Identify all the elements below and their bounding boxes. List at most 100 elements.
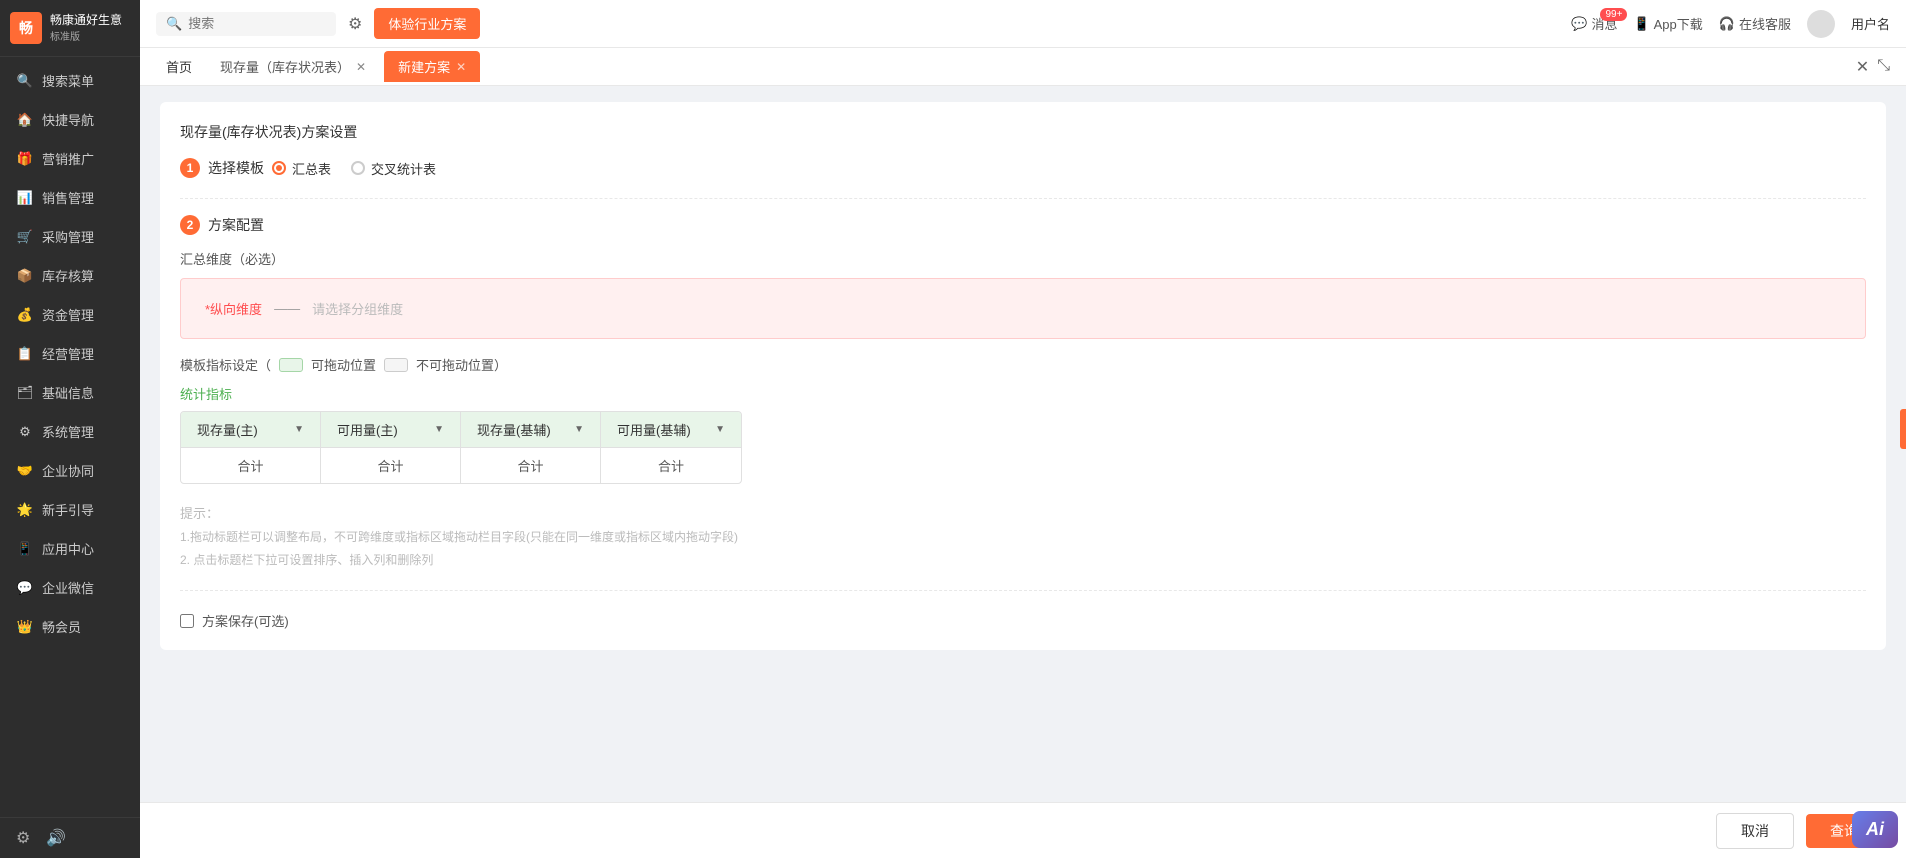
online-service-button[interactable]: 🎧 在线客服 xyxy=(1719,14,1791,33)
app-download-button[interactable]: 📱 App下载 xyxy=(1633,14,1702,33)
step1-section: 1 选择模板 汇总表 交叉统计表 xyxy=(180,158,1866,178)
step1-title: 选择模板 xyxy=(208,158,264,178)
tab-new-plan-close[interactable]: ✕ xyxy=(456,60,466,74)
header-cell-0[interactable]: 现存量(主) ▼ xyxy=(181,412,321,447)
settings-icon[interactable]: ⚙ xyxy=(16,828,30,848)
app-download-label: App下载 xyxy=(1654,14,1703,33)
tab-home[interactable]: 首页 xyxy=(156,51,202,82)
sidebar-item-label: 营销推广 xyxy=(42,149,94,168)
basic-icon: 🗂 xyxy=(16,384,34,402)
sidebar-item-apps[interactable]: 📱 应用中心 xyxy=(0,529,140,568)
dimension-required-area[interactable]: *纵向维度 —— 请选择分组维度 xyxy=(180,278,1866,339)
draggable-dot xyxy=(279,358,303,372)
main-area: 🔍 ⚙ 体验行业方案 💬 消息 99+ 📱 App下载 🎧 在线客服 用户名 首… xyxy=(140,0,1906,858)
tab-inventory-close[interactable]: ✕ xyxy=(356,60,366,74)
tips-title: 提示： xyxy=(180,503,1866,522)
search-box[interactable]: 🔍 xyxy=(156,12,336,36)
chevron-3: ▼ xyxy=(715,424,725,435)
sidebar-item-sales[interactable]: 📊 销售管理 xyxy=(0,178,140,217)
apps-icon: 📱 xyxy=(16,540,34,558)
sidebar-item-label: 新手引导 xyxy=(42,500,94,519)
logo-text: 畅康通好生意 标准版 xyxy=(50,13,122,44)
sidebar-bottom: ⚙ 🔊 xyxy=(0,817,140,858)
sidebar-item-member[interactable]: 👑 畅会员 xyxy=(0,607,140,646)
phone-icon: 📱 xyxy=(1633,16,1649,32)
system-icon: ⚙ xyxy=(16,423,34,441)
window-controls: ✕ ⤡ xyxy=(1856,57,1890,77)
header-label-2: 现存量(基辅) xyxy=(477,420,551,439)
tab-inventory-status[interactable]: 现存量（库存状况表） ✕ xyxy=(206,51,380,82)
step1-header: 1 选择模板 汇总表 交叉统计表 xyxy=(180,158,1866,178)
sidebar-item-label: 企业协同 xyxy=(42,461,94,480)
marketing-icon: 🎁 xyxy=(16,150,34,168)
sidebar-item-purchase[interactable]: 🛒 采购管理 xyxy=(0,217,140,256)
management-icon: 📋 xyxy=(16,345,34,363)
sidebar-item-label: 经营管理 xyxy=(42,344,94,363)
header-cell-2[interactable]: 现存量(基辅) ▼ xyxy=(461,412,601,447)
logo-icon: 畅 xyxy=(10,12,42,44)
sidebar-item-label: 企业微信 xyxy=(42,578,94,597)
step2-section: 2 方案配置 汇总维度（必选） *纵向维度 —— 请选择分组维度 模板指标设定（… xyxy=(180,215,1866,570)
app-edition: 标准版 xyxy=(50,28,122,43)
sidebar-item-basic[interactable]: 🗂 基础信息 xyxy=(0,373,140,412)
tab-inventory-label: 现存量（库存状况表） xyxy=(220,57,350,76)
header-cell-1[interactable]: 可用量(主) ▼ xyxy=(321,412,461,447)
sidebar-item-label: 搜索菜单 xyxy=(42,71,94,90)
stats-section-title: 统计指标 xyxy=(180,384,1866,403)
indicators-label-prefix: 模板指标设定（ xyxy=(180,355,271,374)
radio-cross-circle xyxy=(351,161,365,175)
save-checkbox[interactable] xyxy=(180,614,194,628)
sidebar-item-label: 基础信息 xyxy=(42,383,94,402)
ai-badge[interactable]: Ai xyxy=(1852,811,1898,848)
chevron-0: ▼ xyxy=(294,424,304,435)
settings-panel: 现存量(库存状况表)方案设置 1 选择模板 汇总表 交叉统计表 xyxy=(160,102,1886,650)
sidebar-item-quicknav[interactable]: 🏠 快捷导航 xyxy=(0,100,140,139)
chevron-1: ▼ xyxy=(434,424,444,435)
stats-table-header: 现存量(主) ▼ 可用量(主) ▼ 现存量(基辅) ▼ 可用量(基辅) xyxy=(181,412,741,447)
messages-button[interactable]: 💬 消息 99+ xyxy=(1571,14,1617,33)
expand-window-icon[interactable]: ⤡ xyxy=(1877,57,1890,77)
resize-handle[interactable] xyxy=(1900,409,1906,449)
step2-header: 2 方案配置 xyxy=(180,215,1866,235)
sidebar-logo: 畅 畅康通好生意 标准版 xyxy=(0,0,140,57)
step2-num: 2 xyxy=(180,215,200,235)
sidebar-item-marketing[interactable]: 🎁 营销推广 xyxy=(0,139,140,178)
tab-new-plan[interactable]: 新建方案 ✕ xyxy=(384,51,480,82)
sidebar-item-system[interactable]: ⚙ 系统管理 xyxy=(0,412,140,451)
dimension-separator: —— xyxy=(274,301,300,316)
search-input[interactable] xyxy=(188,16,308,31)
content-area: 现存量(库存状况表)方案设置 1 选择模板 汇总表 交叉统计表 xyxy=(140,86,1906,802)
sidebar-item-wechat[interactable]: 💬 企业微信 xyxy=(0,568,140,607)
dimension-hint: 请选择分组维度 xyxy=(312,299,403,318)
trial-button[interactable]: 体验行业方案 xyxy=(374,8,480,39)
sidebar-item-cooperation[interactable]: 🤝 企业协同 xyxy=(0,451,140,490)
tip-1: 2. 点击标题栏下拉可设置排序、插入列和删除列 xyxy=(180,551,1866,570)
sidebar-item-label: 快捷导航 xyxy=(42,110,94,129)
header-cell-3[interactable]: 可用量(基辅) ▼ xyxy=(601,412,741,447)
non-draggable-dot xyxy=(384,358,408,372)
avatar[interactable] xyxy=(1807,10,1835,38)
quicknav-icon: 🏠 xyxy=(16,111,34,129)
tips-section: 提示： 1.拖动标题栏可以调整布局，不可跨维度或指标区域拖动栏目字段(只能在同一… xyxy=(180,503,1866,570)
message-icon: 💬 xyxy=(1571,16,1587,32)
username: 用户名 xyxy=(1851,14,1890,33)
volume-icon[interactable]: 🔊 xyxy=(46,828,66,848)
gear-icon[interactable]: ⚙ xyxy=(348,14,362,34)
radio-cross[interactable]: 交叉统计表 xyxy=(351,159,436,178)
panel-title: 现存量(库存状况表)方案设置 xyxy=(180,122,1866,142)
sidebar-menu: 🔍 搜索菜单 🏠 快捷导航 🎁 营销推广 📊 销售管理 🛒 采购管理 📦 库存核… xyxy=(0,57,140,817)
sidebar-item-finance[interactable]: 💰 资金管理 xyxy=(0,295,140,334)
sidebar-item-newbie[interactable]: 🌟 新手引导 xyxy=(0,490,140,529)
sidebar-item-inventory[interactable]: 📦 库存核算 xyxy=(0,256,140,295)
radio-summary[interactable]: 汇总表 xyxy=(272,159,331,178)
header-label-3: 可用量(基辅) xyxy=(617,420,691,439)
non-draggable-label: 不可拖动位置） xyxy=(416,355,507,374)
dimension-required-text: *纵向维度 xyxy=(205,299,262,318)
save-row: 方案保存(可选) xyxy=(180,611,1866,630)
close-window-icon[interactable]: ✕ xyxy=(1856,57,1869,77)
sidebar-item-search[interactable]: 🔍 搜索菜单 xyxy=(0,61,140,100)
step1-num: 1 xyxy=(180,158,200,178)
sidebar-item-label: 采购管理 xyxy=(42,227,94,246)
cancel-button[interactable]: 取消 xyxy=(1716,813,1794,849)
sidebar-item-management[interactable]: 📋 经营管理 xyxy=(0,334,140,373)
